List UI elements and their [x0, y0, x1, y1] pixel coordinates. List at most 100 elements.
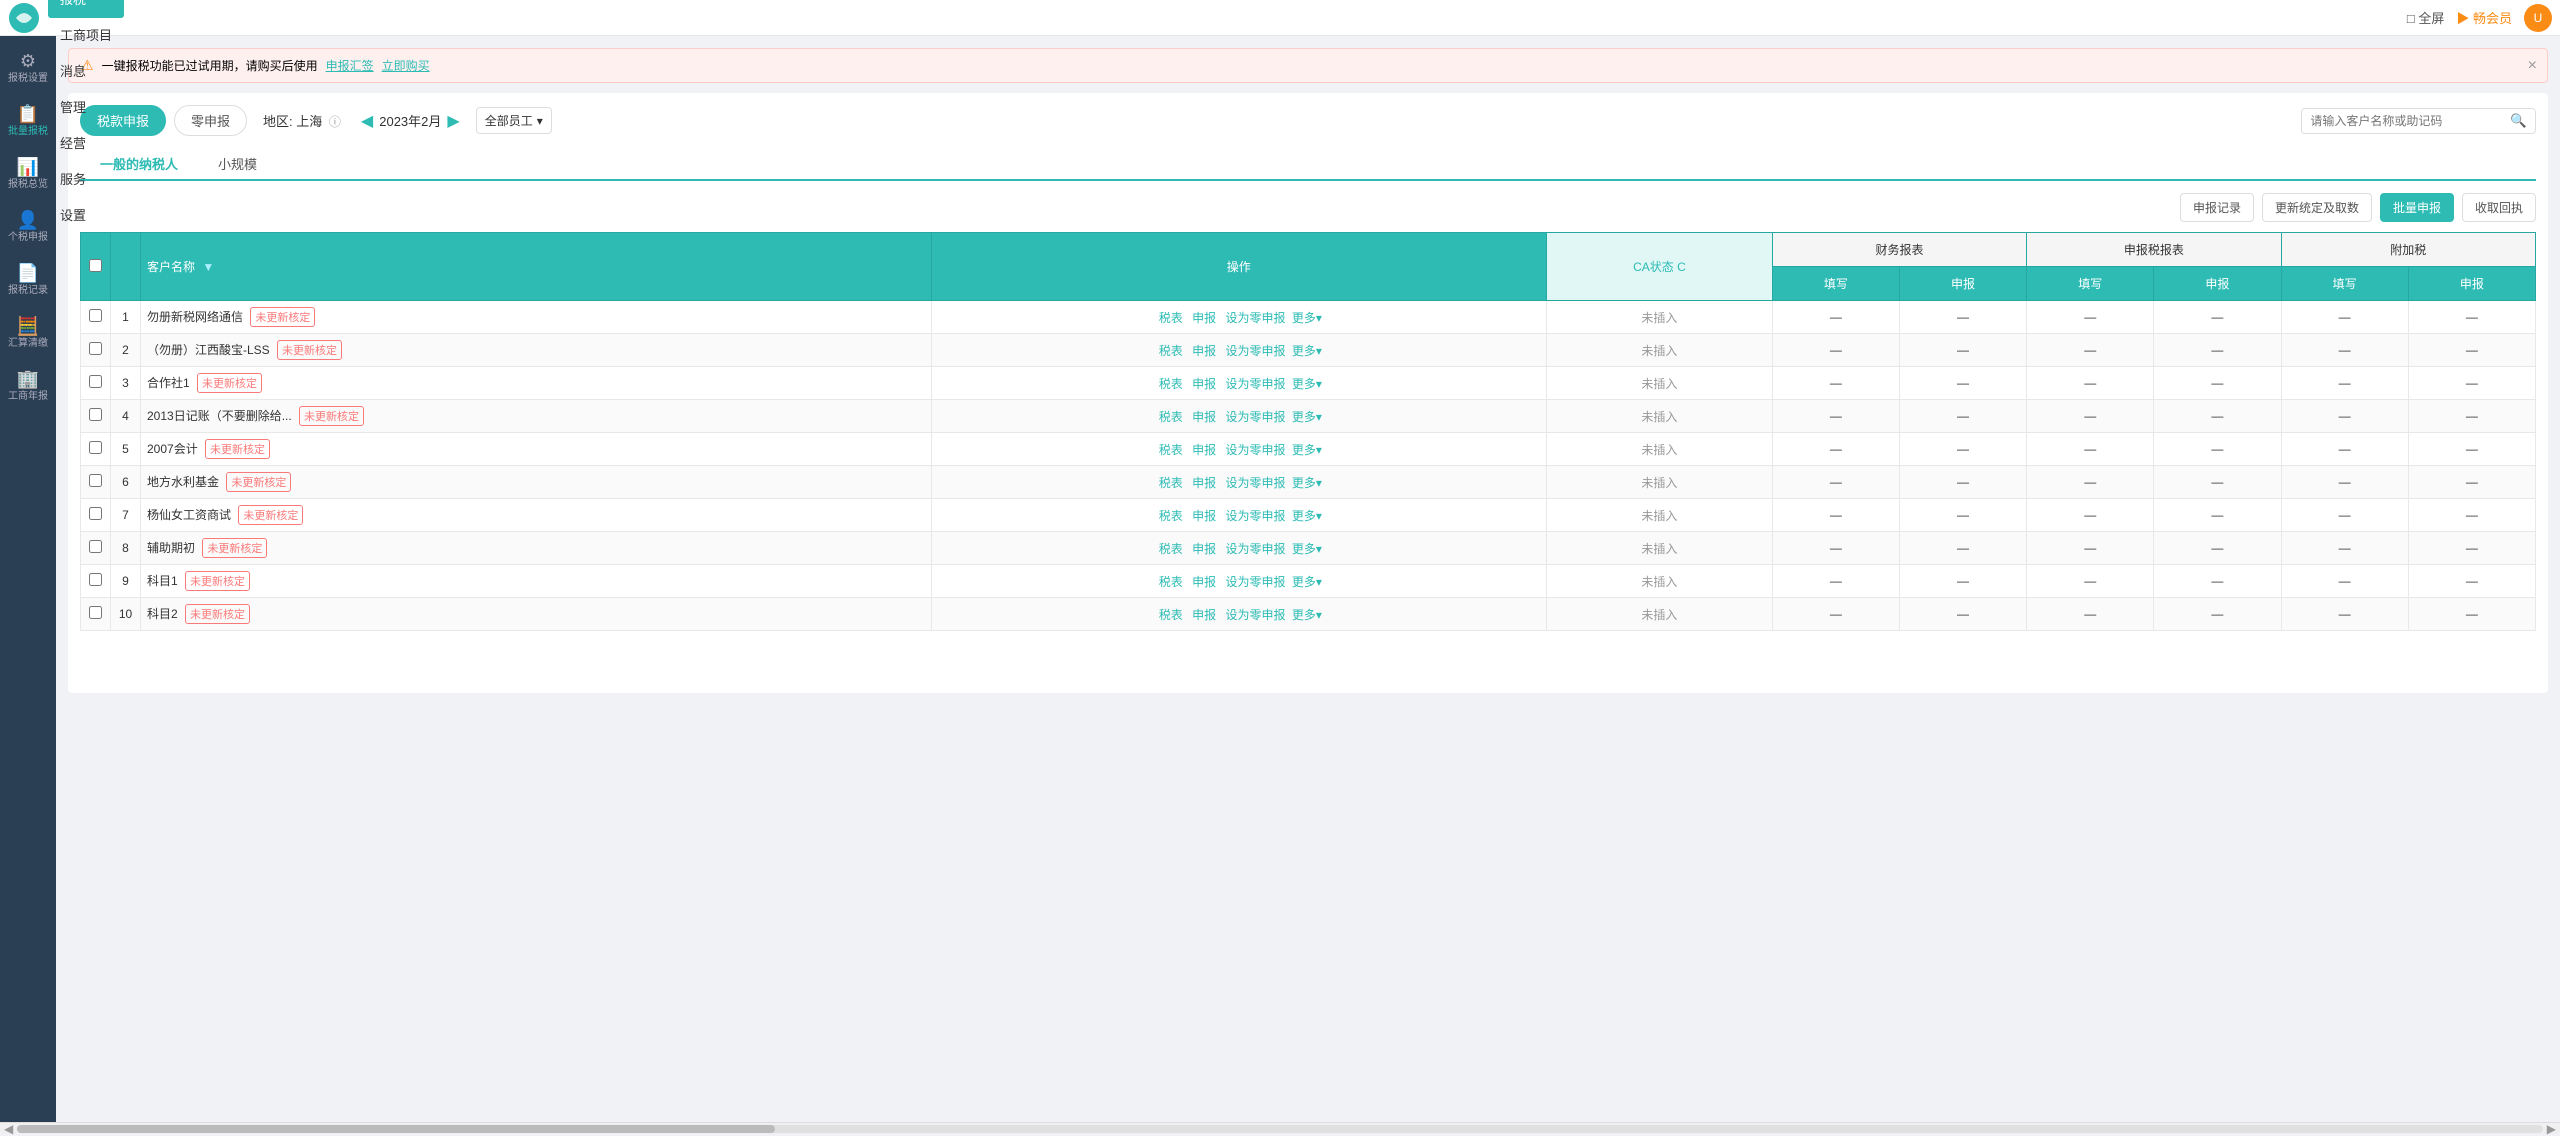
- row-op-zero-8[interactable]: 设为零申报: [1225, 575, 1285, 589]
- period-prev-button[interactable]: ◀: [361, 111, 373, 131]
- search-input[interactable]: [2302, 110, 2502, 132]
- row-op-more-8[interactable]: 更多▾: [1292, 575, 1322, 589]
- row-op-report-0[interactable]: 申报: [1192, 311, 1216, 325]
- select-all-checkbox[interactable]: [89, 259, 102, 272]
- row-op-report-1[interactable]: 申报: [1192, 344, 1216, 358]
- row-op-zero-6[interactable]: 设为零申报: [1225, 509, 1285, 523]
- sidebar-item-jisuanqingshu[interactable]: 🧮汇算清缴: [2, 309, 54, 358]
- row-op-report-5[interactable]: 申报: [1192, 476, 1216, 490]
- table-row: 9 科目1 未更新核定 税表 申报 设为零申报 更多▾ 未插入 — — — — …: [81, 565, 2536, 598]
- row-op-tax-3[interactable]: 税表: [1159, 410, 1183, 424]
- sidebar-item-baoshuizonglan[interactable]: 📊报税总览: [2, 150, 54, 199]
- row-num-2: 3: [111, 367, 141, 400]
- row-op-more-1[interactable]: 更多▾: [1292, 344, 1322, 358]
- row-checkbox-4[interactable]: [81, 433, 111, 466]
- row-op-more-6[interactable]: 更多▾: [1292, 509, 1322, 523]
- row-sb-fill-4: —: [2027, 433, 2154, 466]
- row-checkbox-2[interactable]: [81, 367, 111, 400]
- nav-item-工商项目[interactable]: 工商项目: [48, 18, 124, 54]
- th-cw-submit: 申报: [1899, 267, 2026, 301]
- row-checkbox-9[interactable]: [81, 598, 111, 631]
- staff-select-dropdown[interactable]: 全部员工 ▾: [476, 107, 552, 134]
- app-logo[interactable]: [8, 2, 40, 34]
- row-ca-7: 未插入: [1547, 532, 1773, 565]
- row-op-tax-9[interactable]: 税表: [1159, 608, 1183, 622]
- scroll-thumb[interactable]: [17, 1125, 775, 1133]
- 收取回执-button[interactable]: 收取回执: [2462, 193, 2536, 222]
- sidebar-label-baoshuishezhi: 报税设置: [8, 73, 48, 85]
- row-op-more-2[interactable]: 更多▾: [1292, 377, 1322, 391]
- 申报记录-button[interactable]: 申报记录: [2180, 193, 2254, 222]
- row-op-report-4[interactable]: 申报: [1192, 443, 1216, 457]
- subtab-小规模[interactable]: 小规模: [198, 148, 277, 181]
- search-button[interactable]: 🔍: [2502, 109, 2535, 133]
- notif-close-button[interactable]: ×: [2528, 57, 2537, 75]
- row-checkbox-7[interactable]: [81, 532, 111, 565]
- scroll-left-arrow[interactable]: ◀: [4, 1122, 13, 1136]
- row-op-tax-6[interactable]: 税表: [1159, 509, 1183, 523]
- row-op-tax-2[interactable]: 税表: [1159, 377, 1183, 391]
- sort-icon[interactable]: ▼: [202, 260, 214, 274]
- row-op-more-4[interactable]: 更多▾: [1292, 443, 1322, 457]
- row-checkbox-0[interactable]: [81, 301, 111, 334]
- ca-action-icon[interactable]: C: [1677, 260, 1686, 274]
- row-checkbox-3[interactable]: [81, 400, 111, 433]
- nav-item-经营[interactable]: 经营: [48, 126, 124, 162]
- row-op-more-0[interactable]: 更多▾: [1292, 311, 1322, 325]
- row-op-tax-8[interactable]: 税表: [1159, 575, 1183, 589]
- sidebar-item-baoshuijilu[interactable]: 📄报税记录: [2, 256, 54, 305]
- row-op-report-7[interactable]: 申报: [1192, 542, 1216, 556]
- row-op-zero-9[interactable]: 设为零申报: [1225, 608, 1285, 622]
- nav-item-消息[interactable]: 消息: [48, 54, 124, 90]
- region-info-icon[interactable]: ⓘ: [329, 115, 341, 129]
- sidebar-item-piliangshuiwu[interactable]: 📋批量报税: [2, 97, 54, 146]
- horizontal-scrollbar[interactable]: ◀ ▶: [0, 1122, 2560, 1134]
- row-op-report-2[interactable]: 申报: [1192, 377, 1216, 391]
- row-op-more-9[interactable]: 更多▾: [1292, 608, 1322, 622]
- row-checkbox-6[interactable]: [81, 499, 111, 532]
- row-op-zero-3[interactable]: 设为零申报: [1225, 410, 1285, 424]
- row-ops-2: 税表 申报 设为零申报 更多▾: [931, 367, 1547, 400]
- sidebar-item-gerenzhongbao[interactable]: 👤个税申报: [2, 203, 54, 252]
- row-op-zero-4[interactable]: 设为零申报: [1225, 443, 1285, 457]
- row-sb-submit-0: —: [2154, 301, 2281, 334]
- row-op-tax-4[interactable]: 税表: [1159, 443, 1183, 457]
- nav-item-设置[interactable]: 设置: [48, 198, 124, 234]
- row-sb-submit-7: —: [2154, 532, 2281, 565]
- 批量申报-button[interactable]: 批量申报: [2380, 193, 2454, 222]
- row-op-report-8[interactable]: 申报: [1192, 575, 1216, 589]
- row-op-more-7[interactable]: 更多▾: [1292, 542, 1322, 556]
- row-op-report-9[interactable]: 申报: [1192, 608, 1216, 622]
- top-navigation: 首页客户收费票据记账报税工商项目消息管理经营服务设置 □ 全屏 ▶ 畅会员 U: [0, 0, 2560, 36]
- row-checkbox-1[interactable]: [81, 334, 111, 367]
- row-op-zero-0[interactable]: 设为零申报: [1225, 311, 1285, 325]
- nav-item-管理[interactable]: 管理: [48, 90, 124, 126]
- row-op-tax-5[interactable]: 税表: [1159, 476, 1183, 490]
- fullscreen-button[interactable]: □ 全屏: [2407, 8, 2444, 27]
- row-op-zero-2[interactable]: 设为零申报: [1225, 377, 1285, 391]
- 申报汇签-link[interactable]: 申报汇签: [326, 57, 374, 74]
- vip-button[interactable]: ▶ 畅会员: [2456, 8, 2512, 27]
- sidebar-item-baoshuishezhi[interactable]: ⚙报税设置: [2, 44, 54, 93]
- row-op-tax-7[interactable]: 税表: [1159, 542, 1183, 556]
- row-op-report-3[interactable]: 申报: [1192, 410, 1216, 424]
- row-op-tax-0[interactable]: 税表: [1159, 311, 1183, 325]
- period-next-button[interactable]: ▶: [447, 111, 459, 131]
- nav-item-报税[interactable]: 报税: [48, 0, 124, 18]
- row-checkbox-8[interactable]: [81, 565, 111, 598]
- 立即购买-link[interactable]: 立即购买: [382, 57, 430, 74]
- row-checkbox-5[interactable]: [81, 466, 111, 499]
- row-op-more-3[interactable]: 更多▾: [1292, 410, 1322, 424]
- row-op-zero-5[interactable]: 设为零申报: [1225, 476, 1285, 490]
- sidebar-item-gongshangnianbo[interactable]: 🏢工商年报: [2, 362, 54, 411]
- scroll-right-arrow[interactable]: ▶: [2547, 1122, 2556, 1136]
- tab-零申报[interactable]: 零申报: [174, 105, 247, 136]
- nav-item-服务[interactable]: 服务: [48, 162, 124, 198]
- row-op-zero-1[interactable]: 设为零申报: [1225, 344, 1285, 358]
- row-op-tax-1[interactable]: 税表: [1159, 344, 1183, 358]
- row-op-more-5[interactable]: 更多▾: [1292, 476, 1322, 490]
- row-op-zero-7[interactable]: 设为零申报: [1225, 542, 1285, 556]
- 更新统定-button[interactable]: 更新统定及取数: [2262, 193, 2372, 222]
- user-avatar[interactable]: U: [2524, 4, 2552, 32]
- row-op-report-6[interactable]: 申报: [1192, 509, 1216, 523]
